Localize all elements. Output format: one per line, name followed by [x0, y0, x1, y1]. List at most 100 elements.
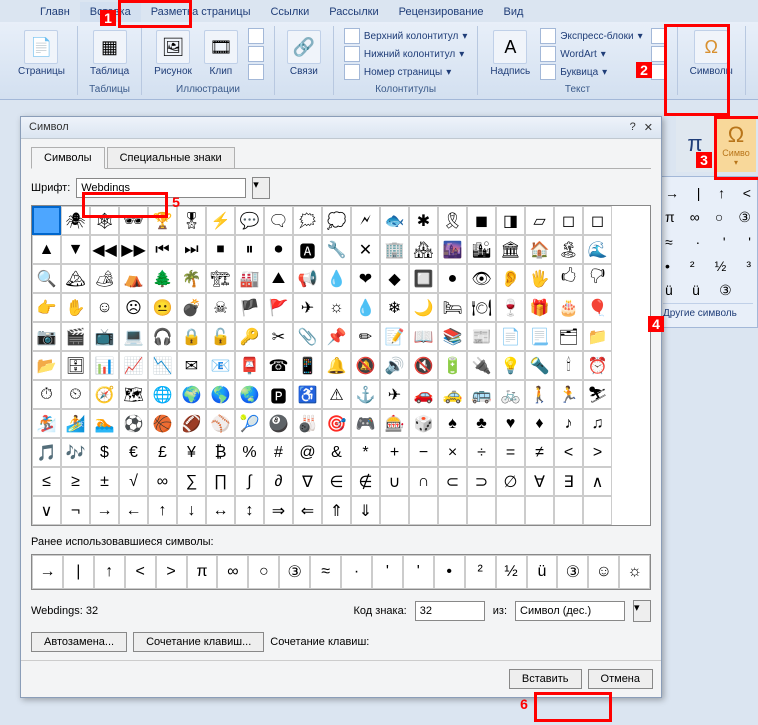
- symbol-cell[interactable]: 🏘: [409, 235, 438, 264]
- symbol-cell[interactable]: %: [235, 438, 264, 467]
- symbol-cell[interactable]: 🎵: [32, 438, 61, 467]
- gallery-symbol[interactable]: ³: [746, 258, 751, 274]
- gallery-symbol[interactable]: ↑: [718, 185, 725, 201]
- symbol-cell[interactable]: 📁: [583, 322, 612, 351]
- symbol-cell[interactable]: ◆: [380, 264, 409, 293]
- symbol-cell[interactable]: [380, 496, 409, 525]
- symbol-cell[interactable]: →: [90, 496, 119, 525]
- symbol-cell[interactable]: 🗄: [61, 351, 90, 380]
- other-symbols-link[interactable]: Другие символь: [663, 303, 753, 323]
- help-icon[interactable]: ?: [630, 121, 636, 134]
- tab-home[interactable]: Главн: [30, 2, 80, 22]
- symbol-cell[interactable]: ♿: [293, 380, 322, 409]
- gallery-symbol[interactable]: ü: [692, 282, 700, 299]
- symbol-cell[interactable]: ▼: [61, 235, 90, 264]
- font-input[interactable]: [76, 178, 246, 198]
- symbol-cell[interactable]: ✈: [380, 380, 409, 409]
- symbol-cell[interactable]: ☼: [322, 293, 351, 322]
- gallery-symbol[interactable]: ½: [715, 258, 727, 274]
- symbol-cell[interactable]: ⏸: [235, 235, 264, 264]
- symbol-cell[interactable]: 🏭: [235, 264, 264, 293]
- symbol-cell[interactable]: ▱: [525, 206, 554, 235]
- symbol-cell[interactable]: √: [119, 467, 148, 496]
- font-dropdown[interactable]: ▾: [252, 177, 270, 199]
- gallery-symbol[interactable]: ③: [738, 209, 751, 226]
- symbol-cell[interactable]: ♠: [438, 409, 467, 438]
- recent-symbol[interactable]: →: [32, 555, 63, 589]
- symbol-cell[interactable]: 🌴: [177, 264, 206, 293]
- symbol-cell[interactable]: 📃: [525, 322, 554, 351]
- recent-symbol[interactable]: ☺: [588, 555, 619, 589]
- symbol-cell[interactable]: 🗲: [351, 206, 380, 235]
- symbol-cell[interactable]: 🏊: [90, 409, 119, 438]
- symbol-cell[interactable]: 🎾: [235, 409, 264, 438]
- symbol-cell[interactable]: ⇑: [322, 496, 351, 525]
- symbol-cell[interactable]: ⚡: [206, 206, 235, 235]
- symbol-cell[interactable]: 🍽: [467, 293, 496, 322]
- symbol-cell[interactable]: ∉: [351, 467, 380, 496]
- symbol-cell[interactable]: ∇: [293, 467, 322, 496]
- symbol-cell[interactable]: 🏆: [148, 206, 177, 235]
- symbol-cell[interactable]: 🅿: [264, 380, 293, 409]
- symbol-cell[interactable]: ◻: [583, 206, 612, 235]
- gallery-symbol[interactable]: ': [723, 234, 726, 250]
- symbol-cell[interactable]: 🏀: [148, 409, 177, 438]
- symbol-cell[interactable]: 📚: [438, 322, 467, 351]
- symbol-cell[interactable]: ÷: [467, 438, 496, 467]
- tab-review[interactable]: Рецензирование: [389, 2, 494, 22]
- symbol-cell[interactable]: 🗂: [554, 322, 583, 351]
- symbol-cell[interactable]: [438, 496, 467, 525]
- symbol-cell[interactable]: ≠: [525, 438, 554, 467]
- symbol-cell[interactable]: 🕷: [61, 206, 90, 235]
- recent-symbol[interactable]: ü: [527, 555, 558, 589]
- symbol-cell[interactable]: 🌎: [206, 380, 235, 409]
- symbol-cell[interactable]: ∫: [235, 467, 264, 496]
- tab-mail[interactable]: Рассылки: [319, 2, 388, 22]
- symbol-cell[interactable]: 🔋: [438, 351, 467, 380]
- from-dropdown[interactable]: ▾: [633, 600, 651, 622]
- symbol-cell[interactable]: ⚾: [206, 409, 235, 438]
- symbol-cell[interactable]: 🗺: [119, 380, 148, 409]
- recent-symbol[interactable]: ·: [341, 555, 372, 589]
- from-input[interactable]: [515, 601, 625, 621]
- symbol-cell[interactable]: 🎬: [61, 322, 90, 351]
- symbol-cell[interactable]: ⊃: [467, 467, 496, 496]
- symbol-cell[interactable]: ¥: [177, 438, 206, 467]
- symbol-cell[interactable]: ❄: [380, 293, 409, 322]
- symbol-cell[interactable]: 🌏: [235, 380, 264, 409]
- shortcut-button[interactable]: Сочетание клавиш...: [133, 632, 264, 652]
- symbol-cell[interactable]: 🔑: [235, 322, 264, 351]
- close-icon[interactable]: ✕: [644, 121, 653, 134]
- symbol-cell[interactable]: ☎: [264, 351, 293, 380]
- symbol-cell[interactable]: 📉: [148, 351, 177, 380]
- symbol-cell[interactable]: 🏂: [32, 409, 61, 438]
- tab-layout[interactable]: Разметка страницы: [141, 2, 261, 22]
- symbol-cell[interactable]: ±: [90, 467, 119, 496]
- links-button[interactable]: 🔗Связи: [281, 26, 327, 93]
- gallery-symbol[interactable]: ○: [715, 209, 723, 226]
- symbol-cell[interactable]: 🔦: [525, 351, 554, 380]
- symbol-cell[interactable]: 🌐: [148, 380, 177, 409]
- symbol-cell[interactable]: 🔲: [409, 264, 438, 293]
- symbol-cell[interactable]: ☺: [90, 293, 119, 322]
- symbol-cell[interactable]: ⊂: [438, 467, 467, 496]
- tab-special[interactable]: Специальные знаки: [107, 147, 235, 169]
- chart-item[interactable]: [248, 64, 264, 80]
- symbol-cell[interactable]: 🗯: [293, 206, 322, 235]
- symbol-cell[interactable]: [496, 496, 525, 525]
- footer-item[interactable]: Нижний колонтитул▾: [344, 46, 468, 62]
- symbol-cell[interactable]: 🌙: [409, 293, 438, 322]
- symbol-cell[interactable]: 🚕: [438, 380, 467, 409]
- symbol-cell[interactable]: 💧: [351, 293, 380, 322]
- symbol-cell[interactable]: 🏗: [206, 264, 235, 293]
- clip-button[interactable]: 🎞Клип: [198, 26, 244, 82]
- symbol-cell[interactable]: ∨: [32, 496, 61, 525]
- symbol-cell[interactable]: ♦: [525, 409, 554, 438]
- symbol-cell[interactable]: ✕: [351, 235, 380, 264]
- recent-symbol[interactable]: ③: [279, 555, 310, 589]
- symbol-cell[interactable]: ↕: [235, 496, 264, 525]
- symbol-cell[interactable]: 📮: [235, 351, 264, 380]
- symbol-cell[interactable]: ⛰: [264, 264, 293, 293]
- symbol-cell[interactable]: 📰: [467, 322, 496, 351]
- symbol-cell[interactable]: 🏠: [525, 235, 554, 264]
